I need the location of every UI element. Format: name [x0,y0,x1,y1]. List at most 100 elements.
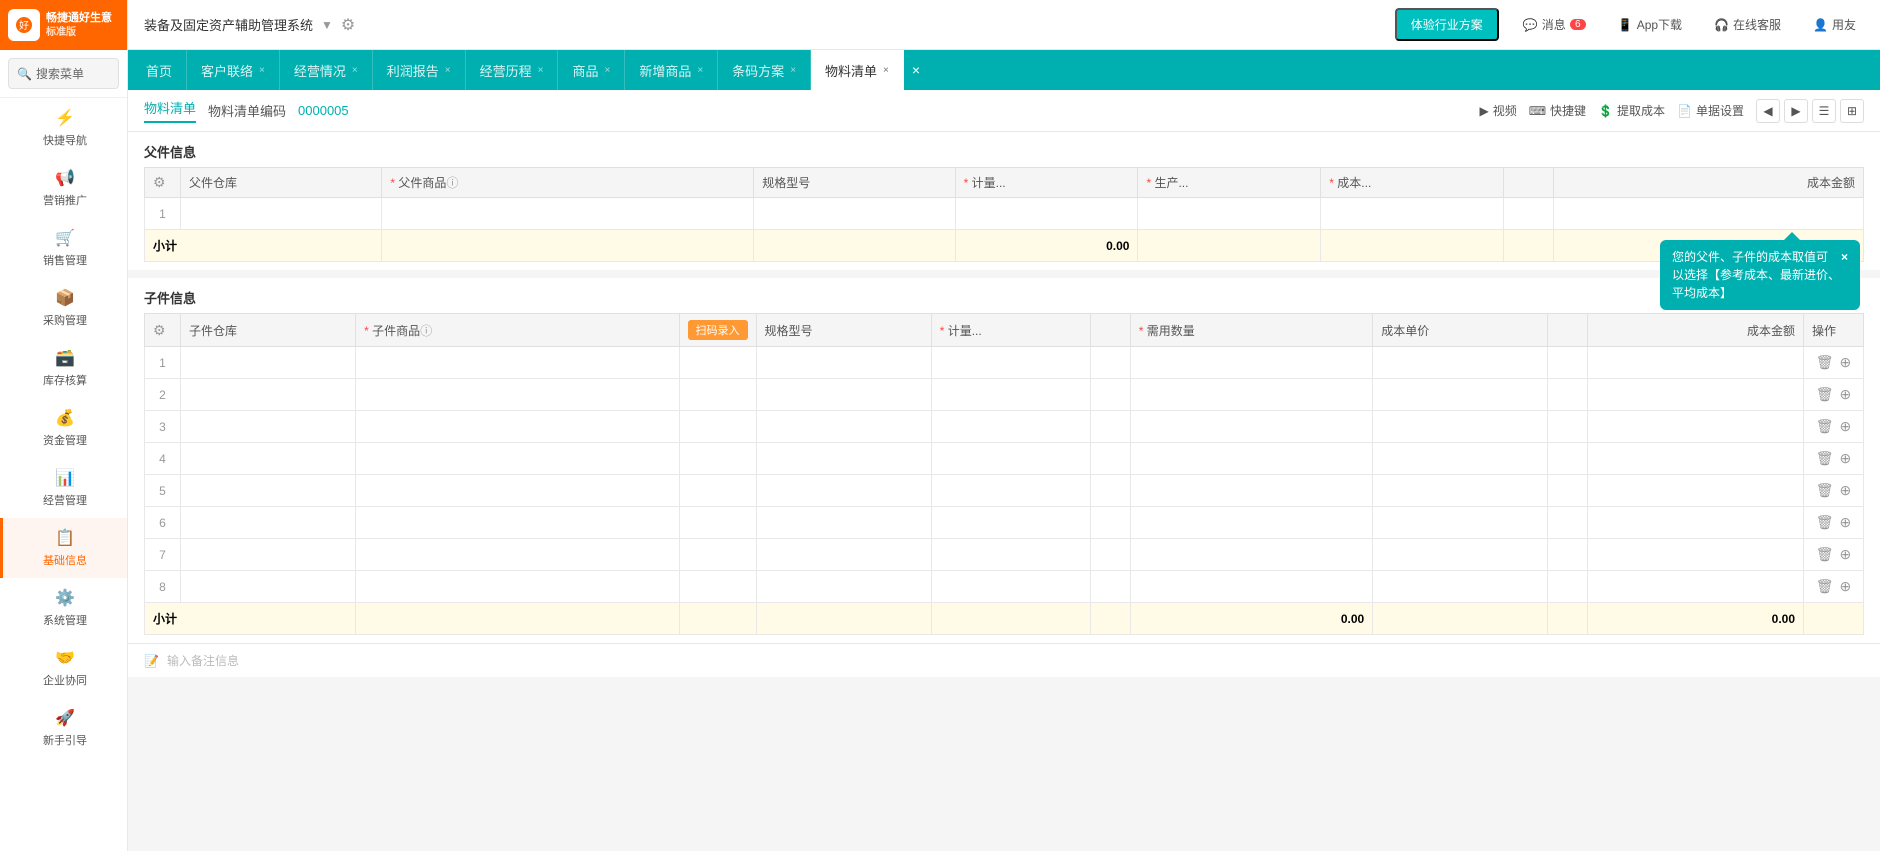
tab-bom[interactable]: 物料清单 × [811,50,904,90]
tab-new-product-close[interactable]: × [697,65,703,76]
sidebar-item-sales[interactable]: 🛒 销售管理 [0,218,127,278]
search-menu-button[interactable]: 🔍 搜索菜单 [8,58,119,89]
quick-nav-icon: ⚡ [55,108,75,128]
sidebar-item-purchase[interactable]: 📦 采购管理 [0,278,127,338]
sidebar-item-inventory[interactable]: 🗃️ 库存核算 [0,338,127,398]
child-r1-warehouse[interactable] [181,347,356,379]
child-r1-product[interactable] [356,347,679,379]
sidebar-item-basic-info[interactable]: 📋 基础信息 [0,518,127,578]
copy-icon[interactable]: ⊕ [1840,546,1852,563]
copy-icon[interactable]: ⊕ [1840,450,1852,467]
app-download-button[interactable]: 📱 App下载 [1610,12,1690,37]
dropdown-icon[interactable]: ▼ [321,18,333,32]
copy-icon[interactable]: ⊕ [1840,482,1852,499]
copy-icon[interactable]: ⊕ [1840,578,1852,595]
sidebar-item-system[interactable]: ⚙️ 系统管理 [0,578,127,638]
sidebar-item-finance[interactable]: 💰 资金管理 [0,398,127,458]
sidebar-item-guide[interactable]: 🚀 新手引导 [0,698,127,758]
child-row-6: 6 🗑⊕ [145,507,1864,539]
view-grid[interactable]: ⊞ [1840,99,1864,123]
sidebar-nav: ⚡ 快捷导航 📢 营销推广 🛒 销售管理 📦 采购管理 🗃️ 库存核算 💰 资金… [0,98,127,851]
sub-tab-bom-code[interactable]: 物料清单编码 [208,101,286,120]
tab-bom-close[interactable]: × [883,65,889,76]
shortcut-action[interactable]: ⌨ 快捷键 [1529,102,1586,119]
topbar: 装备及固定资产辅助管理系统 ▼ ⚙ 体验行业方案 💬 消息 6 📱 App下载 … [128,0,1880,50]
user-button[interactable]: 👤 用友 [1805,12,1864,37]
sidebar-item-operation[interactable]: 📊 经营管理 [0,458,127,518]
headset-icon: 🎧 [1714,18,1729,32]
delete-icon[interactable]: 🗑 [1816,578,1834,595]
tab-home[interactable]: 首页 [132,50,187,90]
nav-prev[interactable]: ◀ [1756,99,1780,123]
nav-next[interactable]: ▶ [1784,99,1808,123]
close-all-tabs[interactable]: × [904,62,928,78]
parent-row-1-spec[interactable] [754,198,955,230]
sidebar: 好 畅捷通好生意 标准版 🔍 搜索菜单 ⚡ 快捷导航 📢 营销推广 🛒 销售管理… [0,0,128,851]
child-r1-spec[interactable] [756,347,931,379]
parent-row-1-warehouse[interactable] [181,198,382,230]
copy-icon[interactable]: ⊕ [1840,418,1852,435]
sidebar-item-enterprise[interactable]: 🤝 企业协同 [0,638,127,698]
child-col-spec: 规格型号 [756,314,931,347]
delete-icon[interactable]: 🗑 [1816,546,1834,563]
parent-row-1-cost[interactable] [1321,198,1504,230]
child-r1-unit[interactable] [931,347,1090,379]
extract-cost-action[interactable]: 💲 提取成本 [1598,102,1665,119]
marketing-icon: 📢 [55,168,75,188]
parent-subtotal-empty3 [1138,230,1321,262]
tab-operation-close[interactable]: × [352,65,358,76]
delete-icon[interactable]: 🗑 [1816,450,1834,467]
child-row-5: 5 🗑⊕ [145,475,1864,507]
delete-icon[interactable]: 🗑 [1816,482,1834,499]
copy-icon[interactable]: ⊕ [1840,386,1852,403]
child-r1-unit-cost[interactable] [1373,347,1548,379]
system-title: 装备及固定资产辅助管理系统 [144,15,313,34]
delete-icon[interactable]: 🗑 [1816,354,1834,371]
sidebar-item-marketing[interactable]: 📢 营销推广 [0,158,127,218]
tab-barcode[interactable]: 条码方案 × [718,50,811,90]
tab-history-close[interactable]: × [538,65,544,76]
delete-icon[interactable]: 🗑 [1816,418,1834,435]
single-settings-action[interactable]: 📄 单据设置 [1677,102,1744,119]
tab-barcode-close[interactable]: × [790,65,796,76]
parent-row-1-unit[interactable] [955,198,1138,230]
system-icon: ⚙️ [55,588,75,608]
tab-operation[interactable]: 经营情况 × [280,50,373,90]
view-list[interactable]: ☰ [1812,99,1836,123]
tooltip-text: 您的父件、子件的成本取值可以选择【参考成本、最新进价、平均成本】 [1672,250,1840,300]
parent-gear-icon[interactable]: ⚙ [153,174,166,190]
trial-button[interactable]: 体验行业方案 [1395,8,1499,41]
tab-profit-close[interactable]: × [445,65,451,76]
parent-subtotal-empty5 [1504,230,1554,262]
parent-section: 父件信息 ⚙ 父件仓库 * 父件商品ⓘ 规格型号 * 计量... * 生产... [128,132,1880,270]
sub-tab-bom-list[interactable]: 物料清单 [144,98,196,123]
delete-icon[interactable]: 🗑 [1816,514,1834,531]
tab-customer[interactable]: 客户联络 × [187,50,280,90]
copy-icon[interactable]: ⊕ [1840,354,1852,371]
note-placeholder[interactable]: 输入备注信息 [167,652,239,669]
parent-row-1-product[interactable] [382,198,754,230]
tooltip-close-button[interactable]: × [1841,248,1848,266]
tab-product-close[interactable]: × [604,65,610,76]
app-icon: 📱 [1618,18,1633,32]
parent-row-1-produce[interactable] [1138,198,1321,230]
message-icon: 💬 [1523,18,1538,32]
tab-history[interactable]: 经营历程 × [466,50,559,90]
child-r1-qty[interactable] [1130,347,1373,379]
tab-profit[interactable]: 利润报告 × [373,50,466,90]
tab-new-product[interactable]: 新增商品 × [625,50,718,90]
parent-col-warehouse: 父件仓库 [181,168,382,198]
tab-product[interactable]: 商品 × [558,50,625,90]
view-action[interactable]: ▶ 视频 [1479,102,1516,119]
scan-input-button[interactable]: 扫码录入 [688,320,748,340]
copy-icon[interactable]: ⊕ [1840,514,1852,531]
online-service-button[interactable]: 🎧 在线客服 [1706,12,1789,37]
child-col-warehouse: 子件仓库 [181,314,356,347]
delete-icon[interactable]: 🗑 [1816,386,1834,403]
message-button[interactable]: 💬 消息 6 [1515,12,1594,37]
child-gear-icon[interactable]: ⚙ [153,322,166,338]
settings-icon[interactable]: ⚙ [341,15,355,35]
sidebar-item-quick-nav[interactable]: ⚡ 快捷导航 [0,98,127,158]
note-icon: 📝 [144,654,159,668]
tab-customer-close[interactable]: × [259,65,265,76]
